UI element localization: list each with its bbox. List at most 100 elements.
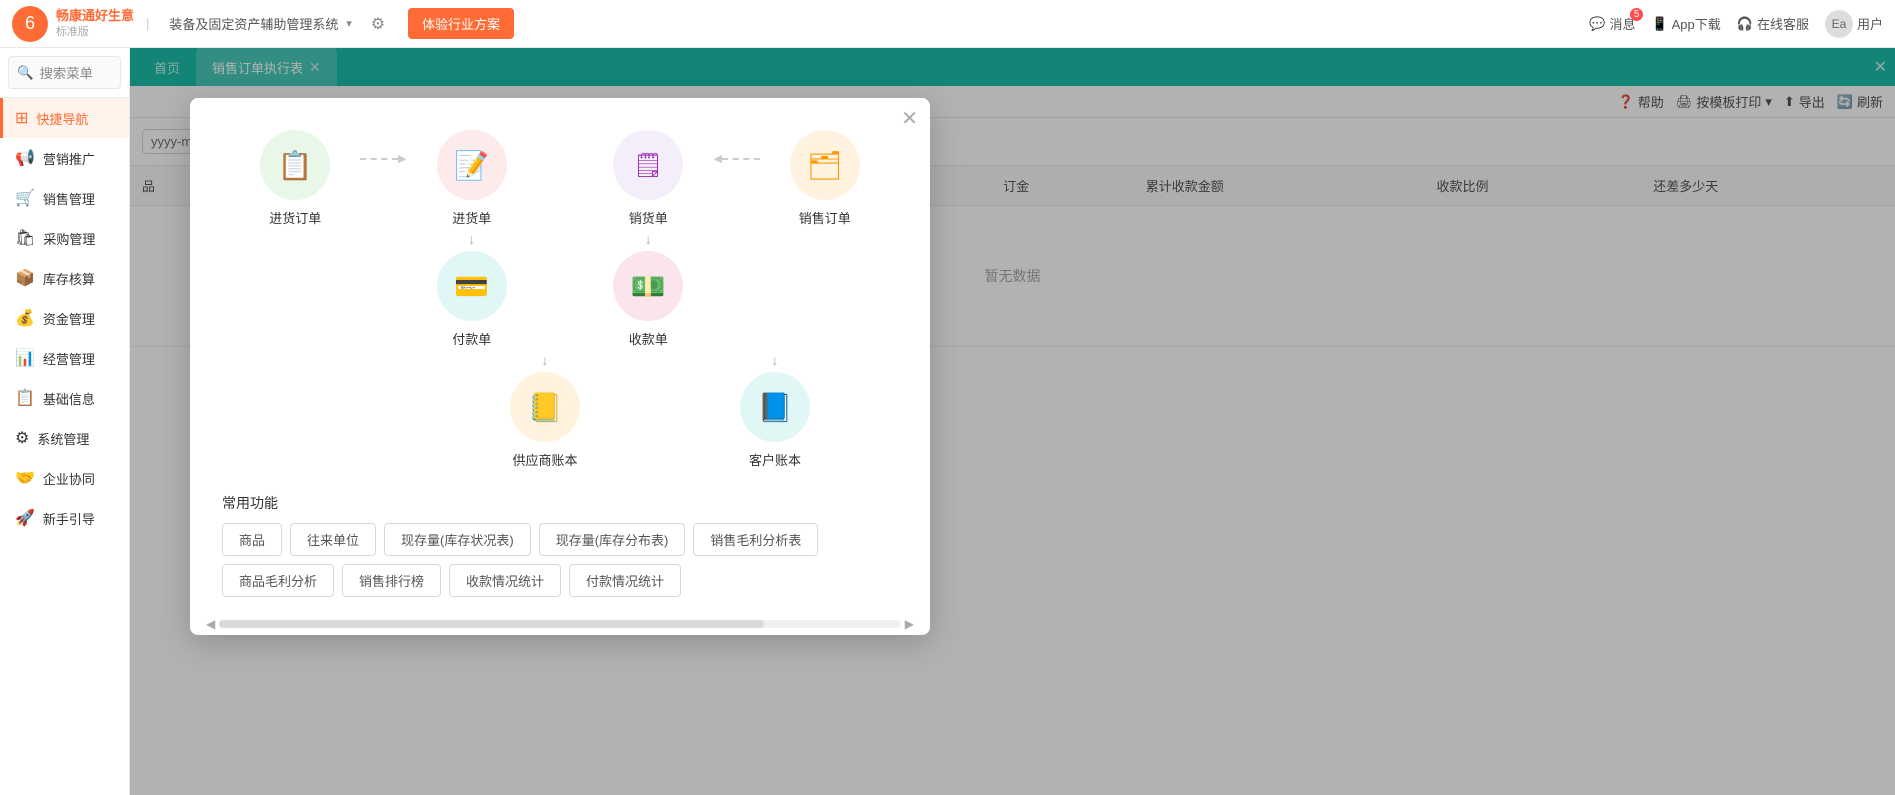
flow-item-purchase-bill: 📝 进货单 bbox=[407, 130, 537, 227]
nav-icon-quick-nav: ⊞ bbox=[15, 108, 28, 128]
app-download-label: App下载 bbox=[1672, 14, 1721, 33]
nav-label-finance: 资金管理 bbox=[43, 309, 95, 328]
nav-icon-operations: 📊 bbox=[15, 348, 35, 368]
payment-icon[interactable]: 💳 bbox=[437, 251, 507, 321]
flow-item-customer: 📘 客户账本 bbox=[690, 372, 860, 469]
sidebar-item-operations[interactable]: 📊 经营管理 bbox=[0, 338, 129, 378]
scroll-right-btn[interactable]: ▶ bbox=[905, 617, 914, 631]
sidebar-item-marketing[interactable]: 📢 营销推广 bbox=[0, 138, 129, 178]
user-avatar: Ea bbox=[1825, 10, 1853, 38]
common-btn-商品[interactable]: 商品 bbox=[222, 523, 282, 556]
brand-name: 畅康通好生意 bbox=[56, 8, 134, 25]
common-btn-收款情况统计[interactable]: 收款情况统计 bbox=[449, 564, 561, 597]
search-menu-btn[interactable]: 🔍 搜索菜单 bbox=[8, 56, 121, 89]
flow-section: 📋 进货订单 ▶ bbox=[190, 98, 930, 485]
nav-label-sales: 销售管理 bbox=[43, 189, 95, 208]
down-arrow-receipt: ↓ bbox=[690, 352, 860, 368]
receipt-icon[interactable]: 💵 bbox=[613, 251, 683, 321]
user-label: 用户 bbox=[1857, 14, 1883, 33]
system-dropdown-btn[interactable]: ▾ bbox=[346, 17, 352, 30]
scroll-left-btn[interactable]: ◀ bbox=[206, 617, 215, 631]
online-service-label: 在线客服 bbox=[1757, 14, 1809, 33]
purchase-order-icon[interactable]: 📋 bbox=[260, 130, 330, 200]
top-bar-right: 💬 消息 5 📱 App下载 🎧 在线客服 Ea 用户 bbox=[1589, 10, 1883, 38]
flow-item-sale-bill: 🗒 销货单 bbox=[583, 130, 713, 227]
message-btn[interactable]: 💬 消息 5 bbox=[1589, 14, 1635, 33]
sidebar-item-guide[interactable]: 🚀新手引导 bbox=[0, 498, 129, 538]
sidebar-item-sales[interactable]: 🛒 销售管理 bbox=[0, 178, 129, 218]
common-btn-销售毛利分析表[interactable]: 销售毛利分析表 bbox=[693, 523, 818, 556]
nav-label-quick-nav: 快捷导航 bbox=[36, 109, 88, 128]
supplier-icon[interactable]: 📒 bbox=[510, 372, 580, 442]
supplier-label: 供应商账本 bbox=[512, 450, 577, 469]
search-icon: 🔍 bbox=[17, 65, 34, 81]
common-title: 常用功能 bbox=[222, 493, 898, 513]
experience-btn[interactable]: 体验行业方案 bbox=[408, 8, 514, 39]
down-arrow-payment: ↓ bbox=[460, 352, 630, 368]
nav-label-basic-info: 基础信息 bbox=[43, 389, 95, 408]
brand-sub: 标准版 bbox=[56, 25, 134, 39]
scrollbar-thumb bbox=[219, 620, 764, 628]
sale-order-label: 销售订单 bbox=[799, 208, 851, 227]
nav-label-enterprise: 企业协同 bbox=[43, 469, 95, 488]
sidebar-item-system[interactable]: ⚙系统管理 bbox=[0, 418, 129, 458]
flow-item-payment: 💳 付款单 bbox=[407, 251, 537, 348]
common-btn-销售排行榜[interactable]: 销售排行榜 bbox=[342, 564, 441, 597]
message-badge: 5 bbox=[1630, 8, 1644, 21]
modal-overlay: ✕ 📋 进货订单 bbox=[130, 48, 1895, 795]
common-btn-往来单位[interactable]: 往来单位 bbox=[290, 523, 376, 556]
flow-item-supplier: 📒 供应商账本 bbox=[460, 372, 630, 469]
down-arrow-purchase: ↓ bbox=[407, 231, 537, 247]
nav-label-guide: 新手引导 bbox=[43, 509, 95, 528]
nav-label-purchase: 采购管理 bbox=[43, 229, 95, 248]
modal-close-btn[interactable]: ✕ bbox=[901, 106, 918, 131]
nav-label-operations: 经营管理 bbox=[43, 349, 95, 368]
scrollbar-track[interactable] bbox=[219, 620, 901, 628]
sidebar-item-finance[interactable]: 💰 资金管理 bbox=[0, 298, 129, 338]
message-icon: 💬 bbox=[1589, 16, 1605, 32]
service-icon: 🎧 bbox=[1737, 16, 1753, 32]
common-btn-现存量库存分布表[interactable]: 现存量(库存分布表) bbox=[539, 523, 686, 556]
payment-label: 付款单 bbox=[452, 329, 491, 348]
app-download-icon: 📱 bbox=[1651, 16, 1667, 32]
sidebar-item-inventory[interactable]: 📦库存核算 bbox=[0, 258, 129, 298]
app-download-btn[interactable]: 📱 App下载 bbox=[1651, 14, 1720, 33]
online-service-btn[interactable]: 🎧 在线客服 bbox=[1737, 14, 1809, 33]
customer-icon[interactable]: 📘 bbox=[740, 372, 810, 442]
nav-icon-basic-info: 📋 bbox=[15, 388, 35, 408]
nav-icon-marketing: 📢 bbox=[15, 148, 35, 168]
sidebar-nav: ⊞ 快捷导航 📢 营销推广 🛒 销售管理 🛍采购管理📦库存核算 💰 资金管理 📊 经营管理 📋 基础信息… bbox=[0, 98, 129, 538]
modal-scrollbar: ◀ ▶ bbox=[190, 613, 930, 635]
sidebar-search: 🔍 搜索菜单 bbox=[0, 48, 129, 98]
settings-btn[interactable]: ⚙ bbox=[364, 10, 392, 38]
common-btn-现存量库存状况表[interactable]: 现存量(库存状况表) bbox=[384, 523, 531, 556]
common-section: 常用功能 商品往来单位现存量(库存状况表)现存量(库存分布表)销售毛利分析表商品… bbox=[190, 485, 930, 613]
common-btn-商品毛利分析[interactable]: 商品毛利分析 bbox=[222, 564, 334, 597]
sale-bill-label: 销货单 bbox=[629, 208, 668, 227]
purchase-order-label: 进货订单 bbox=[269, 208, 321, 227]
common-btns-container: 商品往来单位现存量(库存状况表)现存量(库存分布表)销售毛利分析表商品毛利分析销… bbox=[222, 523, 898, 597]
arrow-sale-order-bill: ◀ bbox=[714, 152, 760, 165]
sidebar-item-quick-nav[interactable]: ⊞ 快捷导航 bbox=[0, 98, 129, 138]
sidebar-item-basic-info[interactable]: 📋 基础信息 bbox=[0, 378, 129, 418]
user-btn[interactable]: Ea 用户 bbox=[1825, 10, 1883, 38]
nav-icon-finance: 💰 bbox=[15, 308, 35, 328]
common-btn-付款情况统计[interactable]: 付款情况统计 bbox=[569, 564, 681, 597]
nav-icon-system: ⚙ bbox=[15, 428, 29, 448]
flow-item-receipt: 💵 收款单 bbox=[583, 251, 713, 348]
sale-order-icon[interactable]: 🗂 bbox=[790, 130, 860, 200]
receipt-label: 收款单 bbox=[629, 329, 668, 348]
down-arrow-sale: ↓ bbox=[583, 231, 713, 247]
nav-label-inventory: 库存核算 bbox=[43, 269, 95, 288]
arrow-purchase-order-bill: ▶ bbox=[360, 152, 406, 165]
flow-item-sale-order: 🗂 销售订单 bbox=[760, 130, 890, 227]
sidebar-item-purchase[interactable]: 🛍采购管理 bbox=[0, 218, 129, 258]
sale-bill-icon[interactable]: 🗒 bbox=[613, 130, 683, 200]
nav-icon-enterprise: 🤝 bbox=[15, 468, 35, 488]
nav-label-marketing: 营销推广 bbox=[43, 149, 95, 168]
modal-box: ✕ 📋 进货订单 bbox=[190, 98, 930, 635]
nav-icon-sales: 🛒 bbox=[15, 188, 35, 208]
sidebar-item-enterprise[interactable]: 🤝 企业协同 bbox=[0, 458, 129, 498]
purchase-bill-icon[interactable]: 📝 bbox=[437, 130, 507, 200]
top-bar: 6 畅康通好生意 标准版 | 装备及固定资产辅助管理系统 ▾ ⚙ 体验行业方案 … bbox=[0, 0, 1895, 48]
